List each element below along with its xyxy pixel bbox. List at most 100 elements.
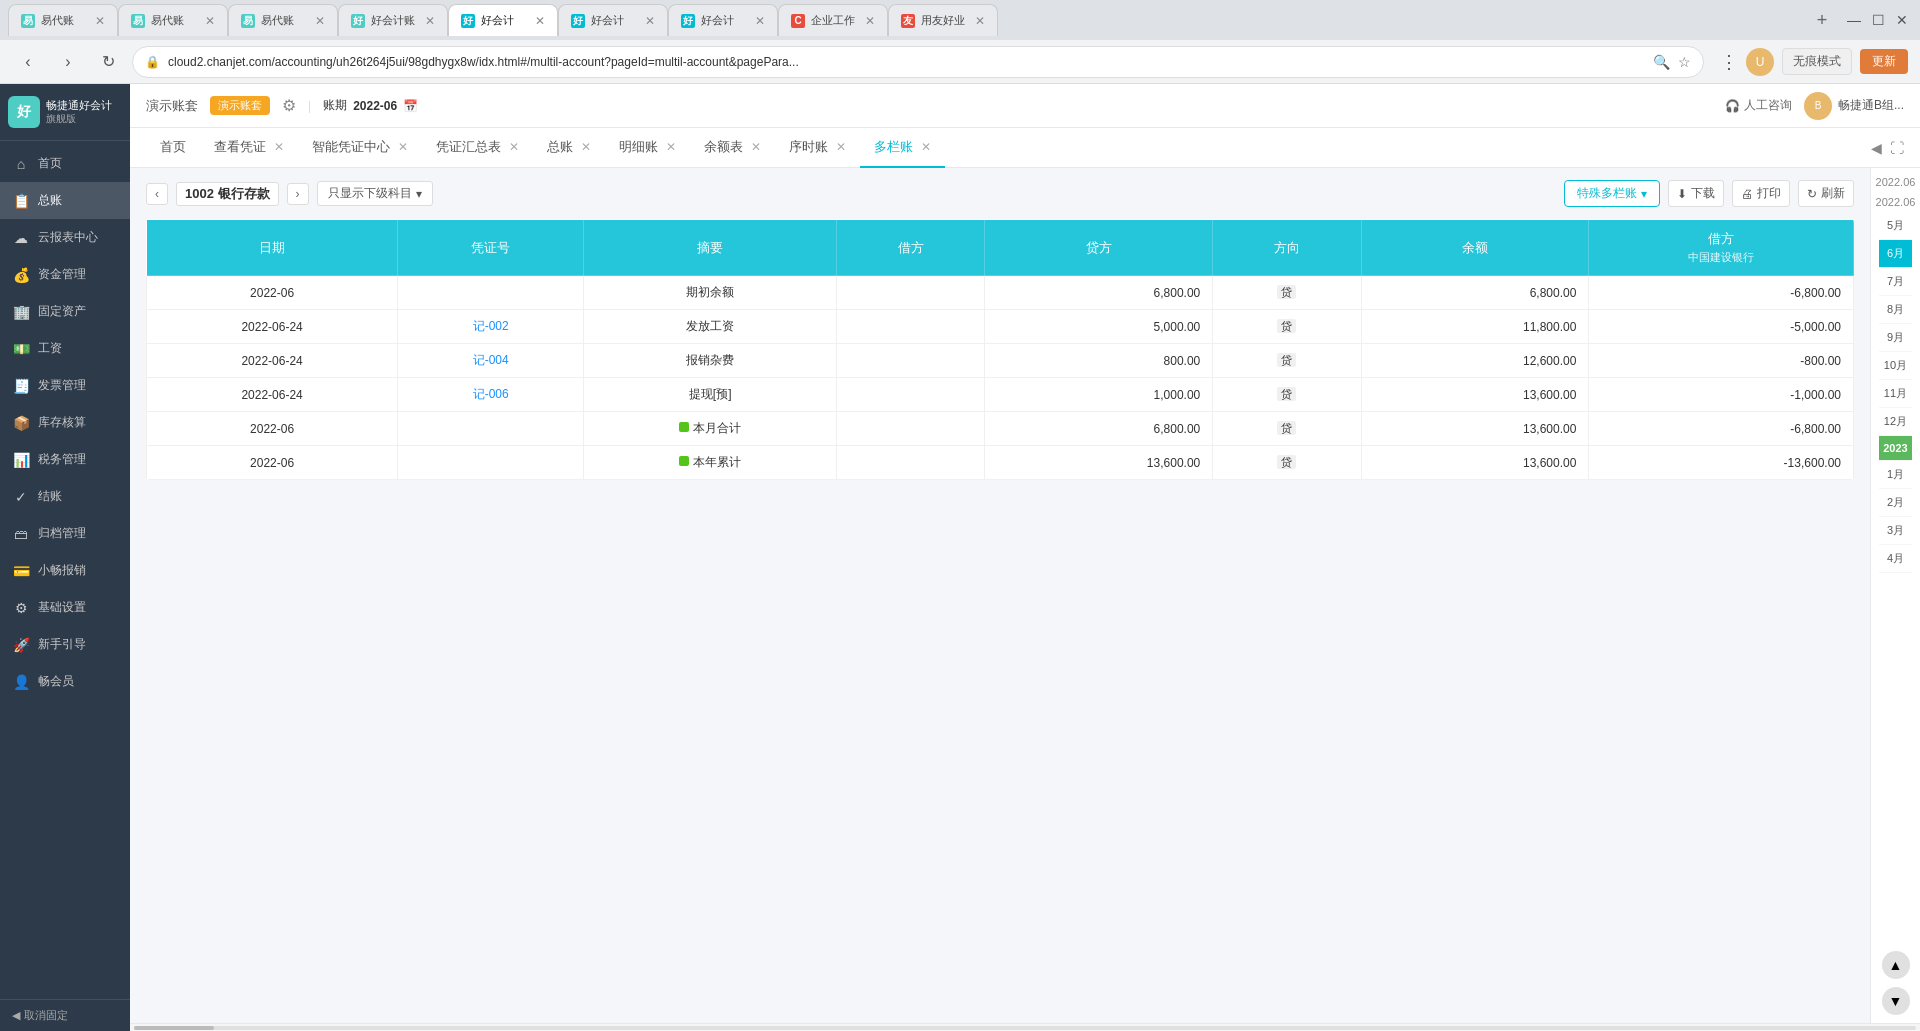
horizontal-scrollbar[interactable]	[130, 1023, 1920, 1031]
prev-account-button[interactable]: ‹	[146, 183, 168, 205]
voucher-link[interactable]: 记-004	[473, 353, 509, 367]
date-panel-month-item[interactable]: 4月	[1879, 545, 1911, 573]
date-panel-month-item[interactable]: 6月	[1879, 240, 1911, 268]
page-tab-总账[interactable]: 总账✕	[533, 128, 605, 168]
page-tab-序时账[interactable]: 序时账✕	[775, 128, 860, 168]
scrollbar-thumb[interactable]	[134, 1026, 214, 1030]
sidebar-item-expense[interactable]: 💳 小畅报销	[0, 552, 130, 589]
browser-tab[interactable]: 易 易代账 ✕	[8, 4, 118, 36]
sidebar-item-archive[interactable]: 🗃 归档管理	[0, 515, 130, 552]
page-tab-close-icon[interactable]: ✕	[921, 140, 931, 154]
maximize-button[interactable]: ☐	[1868, 10, 1888, 30]
cell-voucher[interactable]: 记-002	[398, 310, 584, 344]
sub-filter-button[interactable]: 只显示下级科目 ▾	[317, 181, 433, 206]
sidebar-item-guide[interactable]: 🚀 新手引导	[0, 626, 130, 663]
scroll-up-button[interactable]: ▲	[1882, 951, 1910, 979]
browser-tab[interactable]: C 企业工作 ✕	[778, 4, 888, 36]
sidebar-item-fixed-asset[interactable]: 🏢 固定资产	[0, 293, 130, 330]
page-tab-close-icon[interactable]: ✕	[509, 140, 519, 154]
sidebar-item-ledger[interactable]: 📋 总账	[0, 182, 130, 219]
page-tab-close-icon[interactable]: ✕	[666, 140, 676, 154]
tab-close-icon[interactable]: ✕	[645, 14, 655, 28]
page-tab-close-icon[interactable]: ✕	[581, 140, 591, 154]
close-window-button[interactable]: ✕	[1892, 10, 1912, 30]
reload-button[interactable]: ↻	[92, 46, 124, 78]
tab-close-icon[interactable]: ✕	[425, 14, 435, 28]
browser-tab[interactable]: 好 好会计 ✕	[448, 4, 558, 36]
page-tab-凭证汇总表[interactable]: 凭证汇总表✕	[422, 128, 533, 168]
page-tab-多栏账[interactable]: 多栏账✕	[860, 128, 945, 168]
tab-close-icon[interactable]: ✕	[975, 14, 985, 28]
tab-close-icon[interactable]: ✕	[535, 14, 545, 28]
date-panel-month-item[interactable]: 8月	[1879, 296, 1911, 324]
page-tab-明细账[interactable]: 明细账✕	[605, 128, 690, 168]
star-icon[interactable]: ☆	[1678, 54, 1691, 70]
minimize-button[interactable]: —	[1844, 10, 1864, 30]
page-tab-close-icon[interactable]: ✕	[398, 140, 408, 154]
cell-voucher[interactable]: 记-004	[398, 344, 584, 378]
extensions-icon[interactable]: ⋮	[1720, 51, 1738, 73]
sidebar-item-tax[interactable]: 📊 税务管理	[0, 441, 130, 478]
consult-button[interactable]: 🎧 人工咨询	[1725, 97, 1792, 114]
multi-col-button[interactable]: 特殊多栏账 ▾	[1564, 180, 1660, 207]
tab-close-icon[interactable]: ✕	[315, 14, 325, 28]
page-tab-智能凭证中心[interactable]: 智能凭证中心✕	[298, 128, 422, 168]
date-panel-month-item[interactable]: 9月	[1879, 324, 1911, 352]
scroll-down-button[interactable]: ▼	[1882, 987, 1910, 1015]
search-icon[interactable]: 🔍	[1653, 54, 1670, 70]
sidebar-item-inventory[interactable]: 📦 库存核算	[0, 404, 130, 441]
date-panel-month-item[interactable]: 2月	[1879, 489, 1911, 517]
tab-close-icon[interactable]: ✕	[755, 14, 765, 28]
tab-close-icon[interactable]: ✕	[865, 14, 875, 28]
sidebar-item-invoice[interactable]: 🧾 发票管理	[0, 367, 130, 404]
cell-voucher[interactable]: 记-006	[398, 378, 584, 412]
sidebar-item-member[interactable]: 👤 畅会员	[0, 663, 130, 700]
date-panel-month-item[interactable]: 11月	[1879, 380, 1911, 408]
address-box[interactable]: 🔒 cloud2.chanjet.com/accounting/uh26t264…	[132, 46, 1704, 78]
forward-button[interactable]: ›	[52, 46, 84, 78]
browser-tab[interactable]: 好 好会计账 ✕	[338, 4, 448, 36]
date-panel-month-item[interactable]: 10月	[1879, 352, 1911, 380]
print-button[interactable]: 🖨 打印	[1732, 180, 1790, 207]
date-panel-month-item[interactable]: 7月	[1879, 268, 1911, 296]
voucher-link[interactable]: 记-002	[473, 319, 509, 333]
sidebar-item-settle[interactable]: ✓ 结账	[0, 478, 130, 515]
collapse-left-icon[interactable]: ◀	[1871, 140, 1882, 156]
calendar-icon[interactable]: 📅	[403, 99, 418, 113]
date-panel-year-mark[interactable]: 2023	[1879, 436, 1911, 461]
browser-tab[interactable]: 易 易代账 ✕	[228, 4, 338, 36]
download-button[interactable]: ⬇ 下载	[1668, 180, 1724, 207]
page-tab-close-icon[interactable]: ✕	[751, 140, 761, 154]
new-tab-button[interactable]: +	[1808, 6, 1836, 34]
tab-close-icon[interactable]: ✕	[205, 14, 215, 28]
profile-button[interactable]: U	[1746, 48, 1774, 76]
page-tab-余额表[interactable]: 余额表✕	[690, 128, 775, 168]
sidebar-item-settings[interactable]: ⚙ 基础设置	[0, 589, 130, 626]
date-panel-month-item[interactable]: 1月	[1879, 461, 1911, 489]
browser-tab[interactable]: 易 易代账 ✕	[118, 4, 228, 36]
page-tab-close-icon[interactable]: ✕	[836, 140, 846, 154]
sidebar-item-fund[interactable]: 💰 资金管理	[0, 256, 130, 293]
page-tab-查看凭证[interactable]: 查看凭证✕	[200, 128, 298, 168]
demo-tag-button[interactable]: 演示账套	[210, 96, 270, 115]
next-account-button[interactable]: ›	[287, 183, 309, 205]
sidebar-item-salary[interactable]: 💵 工资	[0, 330, 130, 367]
sidebar-item-home[interactable]: ⌂ 首页	[0, 145, 130, 182]
date-panel-month-item[interactable]: 3月	[1879, 517, 1911, 545]
user-avatar[interactable]: B 畅捷通B组...	[1804, 92, 1904, 120]
browser-tab[interactable]: 好 好会计 ✕	[668, 4, 778, 36]
expand-icon[interactable]: ⛶	[1890, 140, 1904, 156]
tab-close-icon[interactable]: ✕	[95, 14, 105, 28]
update-button[interactable]: 更新	[1860, 49, 1908, 74]
refresh-button[interactable]: ↻ 刷新	[1798, 180, 1854, 207]
sidebar-item-cloud-report[interactable]: ☁ 云报表中心	[0, 219, 130, 256]
no-trace-button[interactable]: 无痕模式	[1782, 48, 1852, 75]
browser-tab[interactable]: 好 好会计 ✕	[558, 4, 668, 36]
settings-icon[interactable]: ⚙	[282, 96, 296, 115]
browser-tab[interactable]: 友 用友好业 ✕	[888, 4, 998, 36]
voucher-link[interactable]: 记-006	[473, 387, 509, 401]
page-tab-close-icon[interactable]: ✕	[274, 140, 284, 154]
page-tab-首页[interactable]: 首页	[146, 128, 200, 168]
date-panel-month-item[interactable]: 5月	[1879, 212, 1911, 240]
date-panel-month-item[interactable]: 12月	[1879, 408, 1911, 436]
